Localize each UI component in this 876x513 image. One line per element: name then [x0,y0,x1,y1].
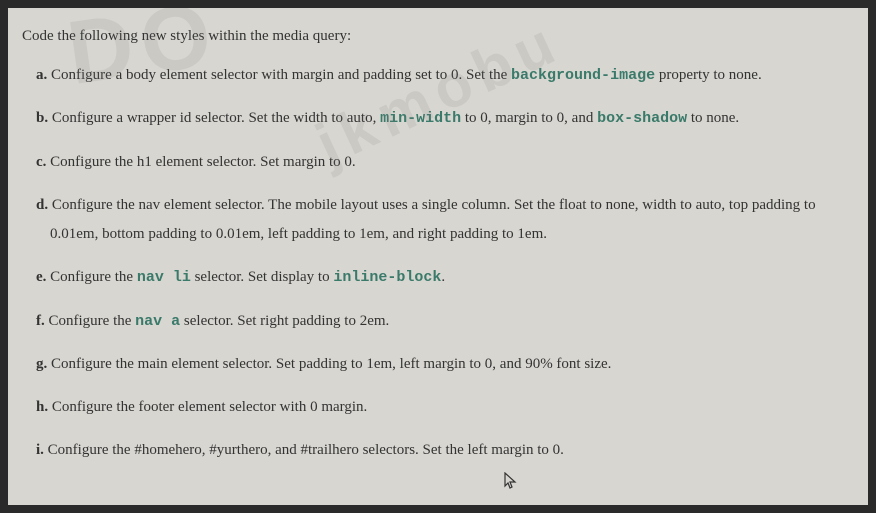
instruction-text: Configure the [46,269,136,285]
instruction-item: b. Configure a wrapper id selector. Set … [36,104,854,133]
document-page: DO jkmobu Code the following new styles … [8,8,868,505]
instruction-item: f. Configure the nav a selector. Set rig… [36,307,854,336]
instruction-text: selector. Set right padding to 2em. [180,313,389,329]
item-letter: d. [36,197,48,213]
instruction-text: Configure a wrapper id selector. Set the… [48,110,380,126]
instruction-text: . [441,269,445,285]
code-text: background-image [511,67,655,84]
instruction-item: g. Configure the main element selector. … [36,350,854,379]
intro-text: Code the following new styles within the… [22,26,854,47]
instruction-list: a. Configure a body element selector wit… [22,61,854,466]
item-letter: a. [36,67,47,83]
code-text: nav a [135,313,180,330]
item-letter: g. [36,356,47,372]
instruction-item: e. Configure the nav li selector. Set di… [36,263,854,292]
instruction-text: Configure the main element selector. Set… [47,356,611,372]
item-letter: i. [36,442,44,458]
code-text: inline-block [333,269,441,286]
instruction-item: a. Configure a body element selector wit… [36,61,854,90]
item-letter: h. [36,399,48,415]
instruction-text: to 0, margin to 0, and [461,110,597,126]
item-letter: c. [36,154,46,170]
instruction-text: to none. [687,110,739,126]
item-letter: f. [36,313,45,329]
instruction-text: Configure the footer element selector wi… [48,399,367,415]
instruction-text: Configure the h1 element selector. Set m… [46,154,355,170]
instruction-text: selector. Set display to [191,269,333,285]
instruction-text: Configure a body element selector with m… [47,67,511,83]
code-text: box-shadow [597,110,687,127]
code-text: nav li [137,269,191,286]
instruction-text: Configure the #homehero, #yurthero, and … [44,442,564,458]
mouse-cursor-icon [504,472,518,495]
instruction-item: d. Configure the nav element selector. T… [36,191,854,250]
instruction-text: Configure the [45,313,135,329]
instruction-item: c. Configure the h1 element selector. Se… [36,148,854,177]
item-letter: b. [36,110,48,126]
code-text: min-width [380,110,461,127]
instruction-text: property to none. [655,67,762,83]
instruction-text: Configure the nav element selector. The … [48,197,815,242]
instruction-item: i. Configure the #homehero, #yurthero, a… [36,436,854,465]
item-letter: e. [36,269,46,285]
instruction-item: h. Configure the footer element selector… [36,393,854,422]
